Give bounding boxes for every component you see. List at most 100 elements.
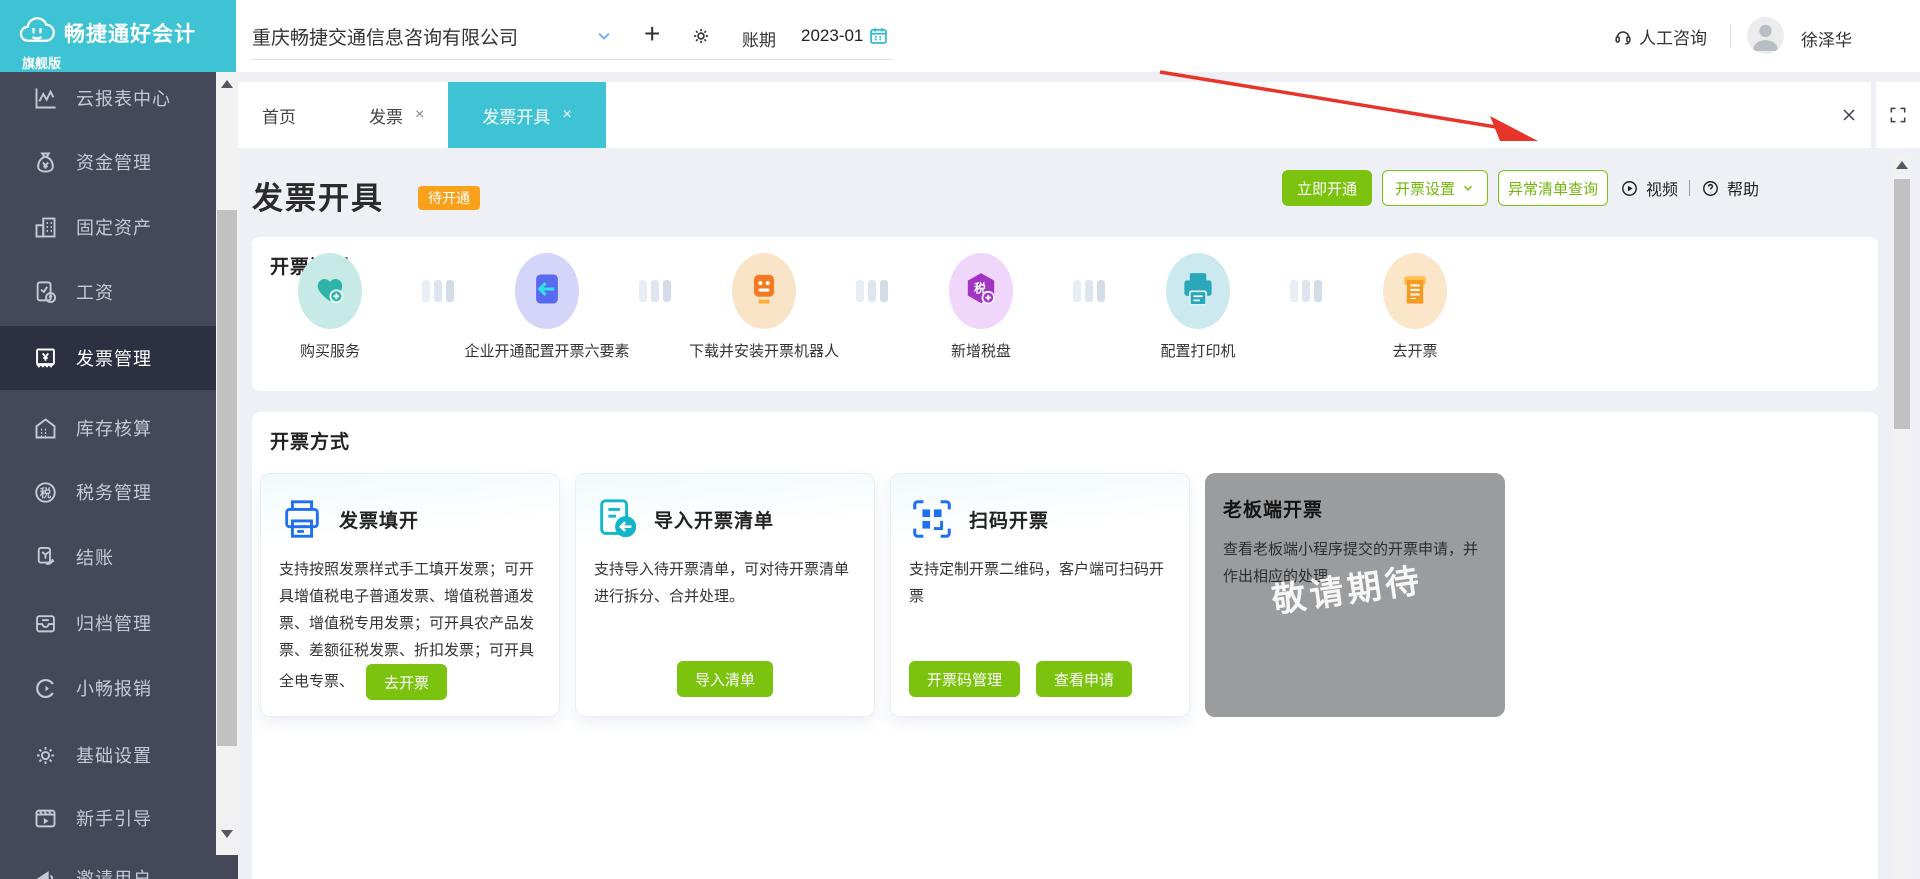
brand-edition: 旗舰版 (22, 56, 62, 71)
period-label: 账期 (742, 31, 776, 50)
scan-qr-icon (909, 496, 955, 542)
video-link[interactable]: 视频 (1646, 176, 1678, 200)
tab-close-icon[interactable]: × (415, 106, 424, 124)
sidebar-item-label: 固定资产 (76, 218, 152, 238)
sidebar-scrollbar[interactable] (216, 72, 238, 855)
card-action-button[interactable]: 去开票 (366, 664, 448, 700)
card-action-button[interactable]: 开票码管理 (909, 661, 1021, 697)
process-step-label: 配置打印机 (1160, 343, 1236, 360)
invoice-process-card: 开票流程 购买服务企业开通配置开票六要素下载并安装开票机器人税新增税盘配置打印机… (252, 237, 1878, 391)
step-connector-icon (1288, 280, 1324, 302)
sidebar-item-12[interactable]: 新手引导 (0, 790, 216, 846)
building-icon (32, 214, 59, 241)
question-circle-icon (1703, 180, 1718, 196)
salary-icon (32, 279, 59, 306)
sidebar-item-3[interactable]: 固定资产 (0, 199, 216, 255)
add-account-button[interactable]: + (644, 18, 660, 50)
megaphone-icon (32, 865, 59, 879)
company-selector[interactable]: 重庆畅捷交通信息咨询有限公司 (252, 23, 518, 50)
main-scrollbar[interactable] (1893, 155, 1911, 879)
money-bag-icon (32, 149, 59, 176)
sidebar-item-7[interactable]: 税 税务管理 (0, 464, 216, 520)
sidebar-item-9[interactable]: 归档管理 (0, 595, 216, 651)
method-card-desc: 支持按照发票样式手工填开发票；可开具增值税电子普通发票、增值税普通发票、增值税专… (279, 556, 537, 700)
close-icon (1843, 109, 1855, 121)
gear-icon[interactable] (690, 25, 712, 47)
sidebar: 云报表中心资金管理固定资产工资发票管理库存核算税 税务管理结账归档管理小畅报销基础… (0, 72, 238, 879)
sidebar-item-1[interactable]: 云报表中心 (0, 70, 216, 126)
closing-icon (32, 544, 59, 571)
sidebar-item-4[interactable]: 工资 (0, 264, 216, 320)
tab-label: 首页 (262, 107, 296, 127)
divider (1689, 180, 1691, 196)
calendar-icon[interactable] (868, 25, 889, 46)
scroll-up-icon[interactable] (221, 80, 233, 88)
sidebar-item-label: 归档管理 (76, 614, 152, 634)
method-card-title: 发票填开 (339, 510, 420, 532)
card-action-button[interactable]: 导入清单 (676, 661, 773, 697)
cloud-logo-icon (16, 11, 58, 53)
method-card-2: 导入开票清单 支持导入待开票清单，可对待开票清单进行拆分、合并处理。 导入清单 (575, 473, 875, 717)
process-step-label: 去开票 (1392, 343, 1438, 360)
avatar[interactable] (1747, 17, 1784, 54)
abnormal-list-button[interactable]: 异常清单查询 (1498, 170, 1608, 206)
invoice-methods-card: 开票方式 发票填开 支持按照发票样式手工填开发票；可开具增值税电子普通发票、增值税… (252, 412, 1878, 879)
process-step-3 (732, 253, 796, 329)
video-icon (32, 805, 59, 832)
fullscreen-button[interactable] (1876, 82, 1920, 148)
step-connector-icon (420, 280, 456, 302)
report-chart-icon (32, 85, 59, 112)
method-card-1: 发票填开支持按照发票样式手工填开发票；可开具增值税电子普通发票、增值税普通发票、… (260, 473, 560, 717)
process-step-4: 税 (949, 253, 1013, 329)
sidebar-item-label: 发票管理 (76, 349, 152, 369)
scroll-down-icon[interactable] (221, 830, 233, 838)
step-connector-icon (1071, 280, 1107, 302)
headset-icon (1615, 30, 1631, 45)
method-card-title: 导入开票清单 (654, 510, 775, 532)
close-tab-button[interactable] (1827, 82, 1871, 148)
config-icon (527, 269, 567, 314)
username[interactable]: 徐泽华 (1801, 26, 1852, 51)
open-now-button[interactable]: 立即开通 (1282, 170, 1372, 206)
period-value[interactable]: 2023-01 (801, 26, 863, 46)
method-card-title: 老板端开票 (1223, 500, 1324, 521)
tab-1[interactable]: 首页 (262, 82, 296, 148)
reimburse-icon (32, 675, 59, 702)
sidebar-item-label: 邀请用户 (76, 869, 152, 879)
tab-close-icon[interactable]: × (562, 106, 571, 124)
help-link[interactable]: 帮助 (1727, 176, 1759, 200)
sidebar-item-5[interactable]: 发票管理 (0, 326, 216, 390)
sidebar-item-13[interactable]: 邀请用户 (0, 850, 216, 879)
app-root: 重庆畅捷交通信息咨询有限公司 + 账期 2023-01 人工咨询 徐泽华 畅捷通… (0, 0, 1920, 879)
main-scroll-thumb[interactable] (1894, 179, 1910, 429)
robot-icon (744, 269, 784, 314)
scroll-up-icon[interactable] (1896, 161, 1908, 169)
card-action-button[interactable]: 查看申请 (1036, 661, 1133, 697)
svg-text:税: 税 (40, 486, 52, 500)
sidebar-scroll-thumb[interactable] (217, 210, 237, 746)
sidebar-item-6[interactable]: 库存核算 (0, 400, 216, 456)
sidebar-item-label: 结账 (76, 548, 114, 568)
method-card-title: 扫码开票 (969, 510, 1050, 532)
card-buttons-row: 开票码管理 查看申请 (891, 661, 1189, 697)
support-link[interactable]: 人工咨询 (1613, 24, 1707, 49)
brand-name: 畅捷通好会计 (64, 23, 196, 46)
brand-logo: 畅捷通好会计 旗舰版 (0, 0, 236, 72)
sidebar-item-10[interactable]: 小畅报销 (0, 660, 216, 716)
invoice-fill-icon (279, 496, 325, 542)
card-buttons-row: 导入清单 (576, 661, 874, 697)
chevron-down-icon[interactable] (594, 26, 614, 46)
sidebar-item-11[interactable]: 基础设置 (0, 727, 216, 783)
invoice-settings-button[interactable]: 开票设置 (1382, 170, 1488, 206)
process-step-label: 购买服务 (299, 343, 360, 360)
sidebar-item-label: 库存核算 (76, 419, 152, 439)
sidebar-item-8[interactable]: 结账 (0, 529, 216, 585)
tab-3[interactable]: 发票开具 × (448, 82, 606, 148)
sidebar-item-2[interactable]: 资金管理 (0, 134, 216, 190)
person-icon (1753, 24, 1778, 51)
topbar-underline (252, 59, 892, 60)
tax-disk-icon: 税 (961, 269, 1001, 314)
tab-2[interactable]: 发票 × (369, 82, 424, 148)
import-list-icon (594, 496, 640, 542)
sidebar-item-label: 资金管理 (76, 153, 152, 173)
